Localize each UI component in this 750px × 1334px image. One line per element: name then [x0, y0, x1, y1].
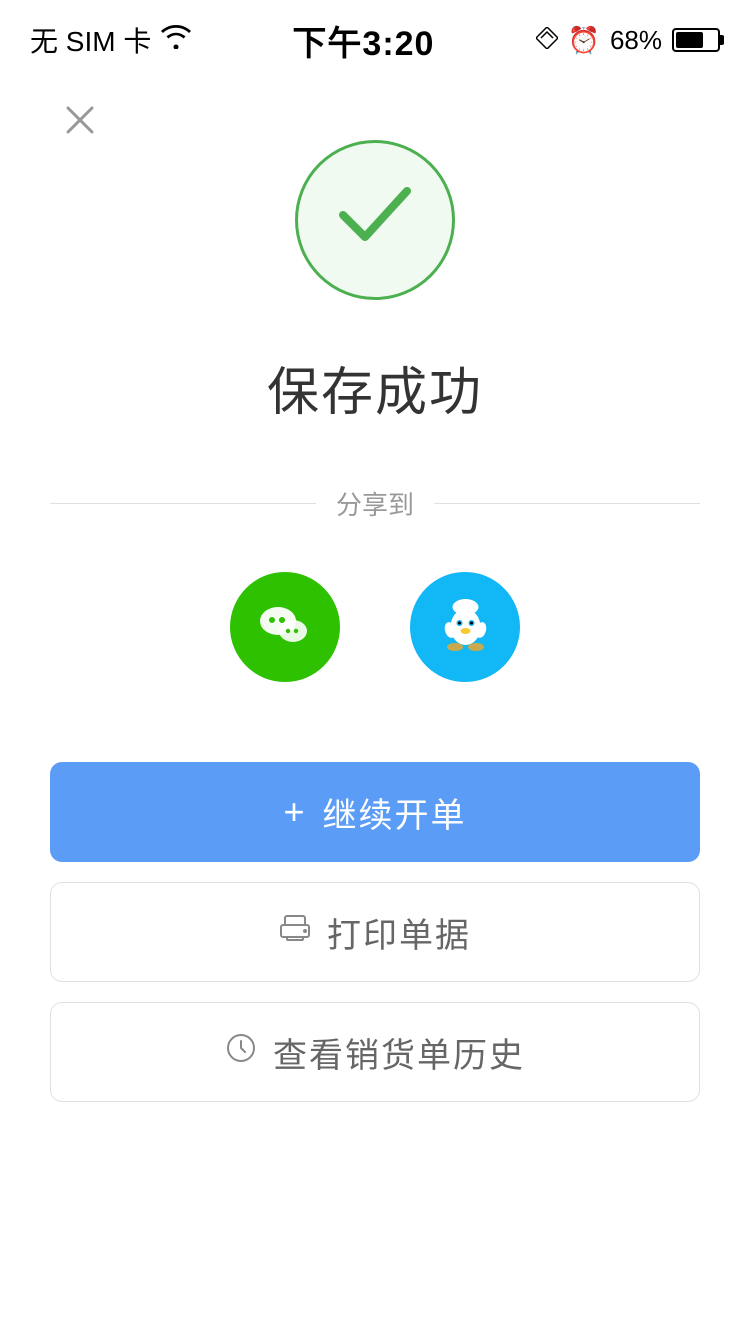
close-button[interactable]	[50, 90, 110, 150]
share-label: 分享到	[336, 485, 414, 522]
share-section: 分享到	[0, 485, 750, 682]
history-label: 查看销货单历史	[273, 1028, 525, 1077]
wechat-icon	[253, 595, 318, 660]
qq-icon	[433, 595, 498, 660]
divider-left	[50, 503, 316, 504]
success-title: 保存成功	[267, 350, 483, 425]
share-icons	[50, 572, 700, 682]
wifi-icon	[161, 25, 191, 56]
continue-label: 继续开单	[323, 788, 467, 837]
battery-icon	[672, 28, 720, 52]
continue-plus-icon: +	[283, 791, 306, 833]
qq-share-button[interactable]	[410, 572, 520, 682]
checkmark-icon	[335, 179, 415, 262]
status-right: ⏰ 68%	[536, 25, 720, 56]
close-icon	[62, 102, 98, 138]
print-label: 打印单据	[327, 908, 471, 957]
battery-percent: 68%	[610, 25, 662, 56]
main-content: 保存成功 分享到	[0, 80, 750, 1102]
wechat-share-button[interactable]	[230, 572, 340, 682]
location-icon	[536, 25, 558, 56]
status-left: 无 SIM 卡	[30, 20, 191, 60]
print-button[interactable]: 打印单据	[50, 882, 700, 982]
alarm-icon: ⏰	[568, 25, 600, 56]
divider-right	[434, 503, 700, 504]
no-sim-label: 无 SIM 卡	[30, 20, 151, 60]
status-bar: 无 SIM 卡 下午3:20 ⏰ 68%	[0, 0, 750, 80]
action-buttons: + 继续开单 打印单据	[0, 762, 750, 1102]
status-time: 下午3:20	[292, 16, 434, 65]
history-button[interactable]: 查看销货单历史	[50, 1002, 700, 1102]
share-divider: 分享到	[50, 485, 700, 522]
success-circle	[295, 140, 455, 300]
continue-button[interactable]: + 继续开单	[50, 762, 700, 862]
print-icon	[279, 912, 311, 952]
history-icon	[225, 1032, 257, 1073]
